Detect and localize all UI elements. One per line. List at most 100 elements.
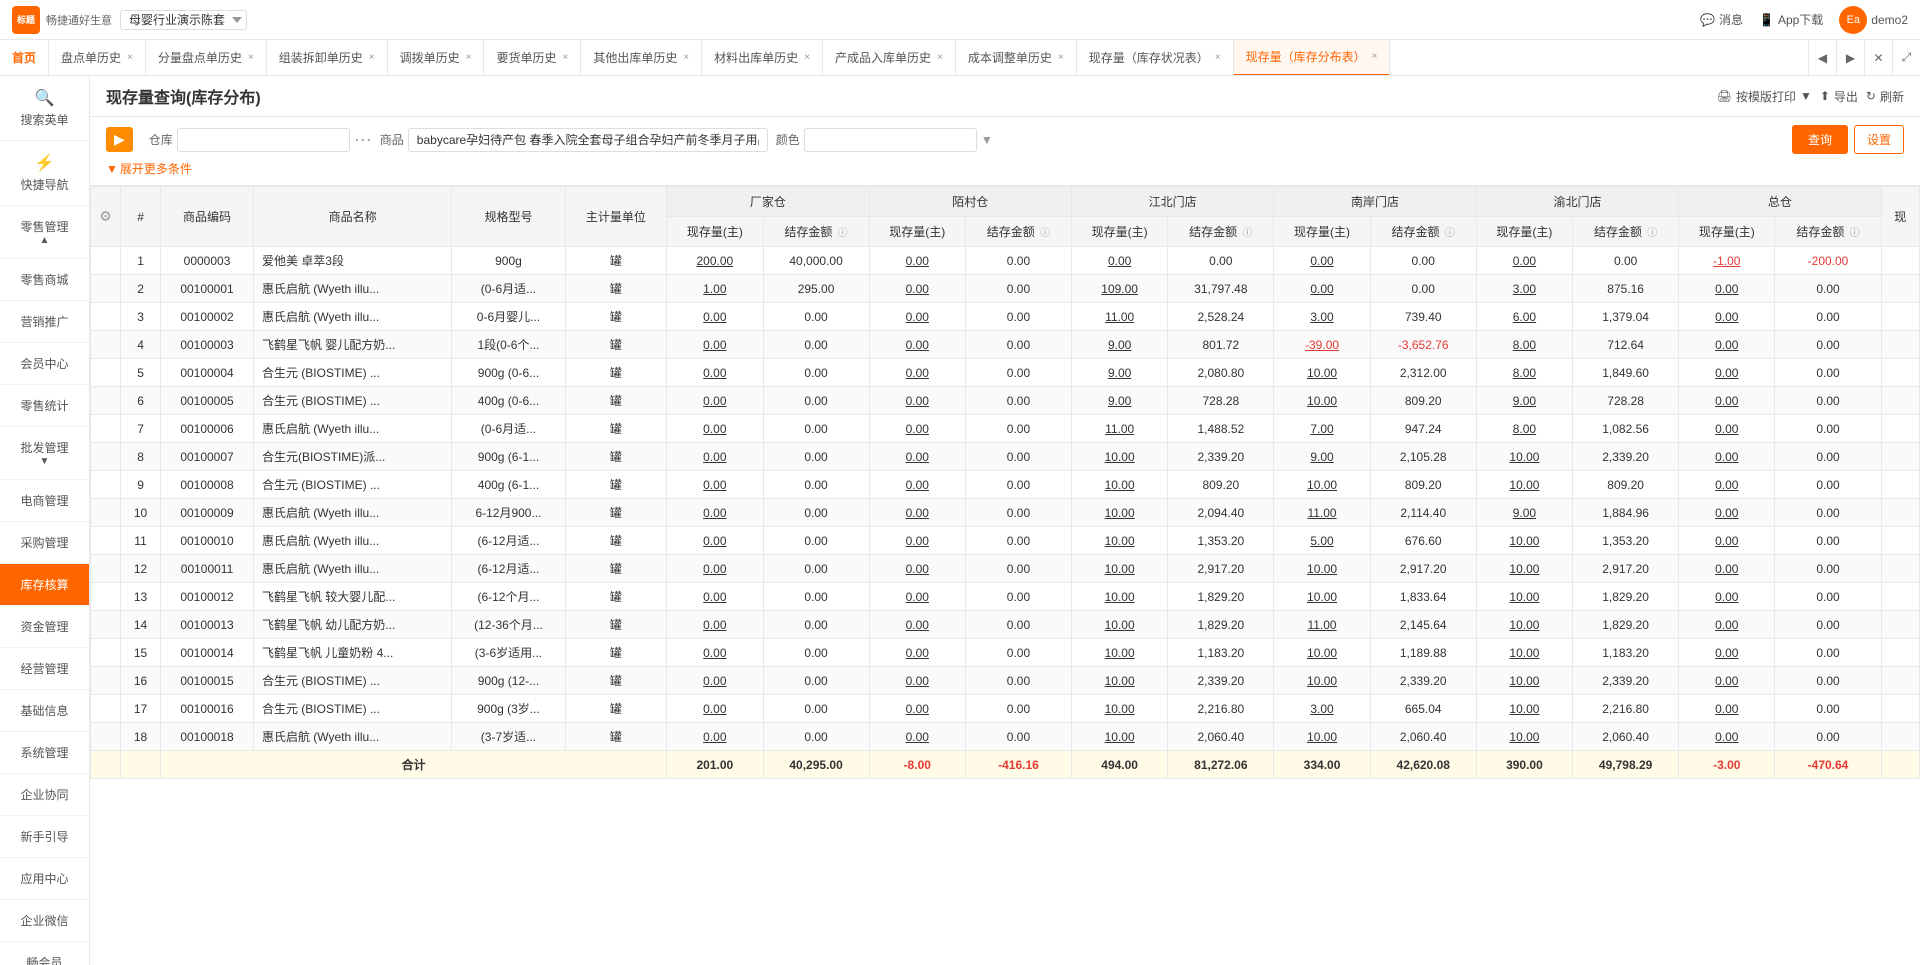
info-icon[interactable]: ⓘ bbox=[1243, 228, 1253, 239]
close-icon[interactable]: × bbox=[937, 52, 943, 63]
export-btn[interactable]: ⬆ 导出 bbox=[1820, 88, 1858, 105]
tab-home[interactable]: 首页 bbox=[0, 40, 49, 76]
row-yubei-qty[interactable]: 8.00 bbox=[1476, 331, 1572, 359]
tab-other-out[interactable]: 其他出库单历史 × bbox=[581, 40, 702, 76]
sidebar-item-finance[interactable]: 资金管理 bbox=[0, 606, 89, 648]
row-yubei-qty[interactable]: 3.00 bbox=[1476, 275, 1572, 303]
app-download-btn[interactable]: 📱 App下载 bbox=[1759, 11, 1823, 28]
sidebar-item-ecommerce[interactable]: 电商管理 bbox=[0, 480, 89, 522]
close-icon[interactable]: × bbox=[683, 52, 689, 63]
row-yubei-qty[interactable]: 8.00 bbox=[1476, 359, 1572, 387]
row-yubei-qty[interactable]: 9.00 bbox=[1476, 387, 1572, 415]
row-total-qty[interactable]: 0.00 bbox=[1679, 471, 1775, 499]
row-jiangbei-qty[interactable]: 11.00 bbox=[1071, 303, 1167, 331]
sidebar-item-guide[interactable]: 新手引导 bbox=[0, 816, 89, 858]
product-input[interactable] bbox=[408, 128, 768, 152]
sidebar-item-retail-mgmt[interactable]: 零售管理 ▲ bbox=[0, 206, 89, 259]
row-mucun-qty[interactable]: 0.00 bbox=[869, 387, 965, 415]
info-icon[interactable]: ⓘ bbox=[1647, 228, 1657, 239]
tab-product-in[interactable]: 产成品入库单历史 × bbox=[823, 40, 956, 76]
row-jiangbei-qty[interactable]: 10.00 bbox=[1071, 555, 1167, 583]
tab-assemble[interactable]: 组装拆卸单历史 × bbox=[267, 40, 388, 76]
expand-conditions-btn[interactable]: ▼ 展开更多条件 bbox=[106, 160, 1904, 177]
row-mucun-qty[interactable]: 0.00 bbox=[869, 471, 965, 499]
row-total-qty[interactable]: 0.00 bbox=[1679, 695, 1775, 723]
sidebar-item-wholesale[interactable]: 批发管理 ▼ bbox=[0, 427, 89, 480]
row-nanan-qty[interactable]: 0.00 bbox=[1274, 275, 1370, 303]
row-jiangbei-qty[interactable]: 10.00 bbox=[1071, 527, 1167, 555]
row-yubei-qty[interactable]: 8.00 bbox=[1476, 415, 1572, 443]
row-total-qty[interactable]: -1.00 bbox=[1679, 247, 1775, 275]
refresh-btn[interactable]: ↻ 刷新 bbox=[1866, 88, 1904, 105]
sidebar-item-operations[interactable]: 经营管理 bbox=[0, 648, 89, 690]
row-jiangbei-qty[interactable]: 10.00 bbox=[1071, 667, 1167, 695]
row-nanan-qty[interactable]: 10.00 bbox=[1274, 639, 1370, 667]
tab-inventory-single[interactable]: 盘点单历史 × bbox=[49, 40, 146, 76]
row-jiangbei-qty[interactable]: 9.00 bbox=[1071, 387, 1167, 415]
sidebar-item-quicknav[interactable]: ⚡ 快捷导航 bbox=[0, 141, 89, 206]
sidebar-item-appcenter[interactable]: 应用中心 bbox=[0, 858, 89, 900]
row-nanan-qty[interactable]: 7.00 bbox=[1274, 415, 1370, 443]
row-factory-qty[interactable]: 0.00 bbox=[667, 471, 763, 499]
info-icon[interactable]: ⓘ bbox=[1445, 228, 1455, 239]
row-total-qty[interactable]: 0.00 bbox=[1679, 331, 1775, 359]
row-jiangbei-qty[interactable]: 10.00 bbox=[1071, 695, 1167, 723]
sidebar-item-corpwechat[interactable]: 企业微信 bbox=[0, 900, 89, 942]
row-total-qty[interactable]: 0.00 bbox=[1679, 303, 1775, 331]
close-icon[interactable]: × bbox=[127, 52, 133, 63]
row-factory-qty[interactable]: 0.00 bbox=[667, 331, 763, 359]
sidebar-item-marketing[interactable]: 营销推广 bbox=[0, 301, 89, 343]
tab-stock-dist[interactable]: 现存量（库存分布表）× bbox=[1234, 40, 1391, 76]
row-factory-qty[interactable]: 0.00 bbox=[667, 555, 763, 583]
row-factory-qty[interactable]: 0.00 bbox=[667, 527, 763, 555]
row-mucun-qty[interactable]: 0.00 bbox=[869, 527, 965, 555]
close-icon[interactable]: × bbox=[248, 52, 254, 63]
nav-expand-btn[interactable]: ⤢ bbox=[1892, 40, 1920, 76]
tab-transfer[interactable]: 调拨单历史 × bbox=[388, 40, 485, 76]
sidebar-item-svip[interactable]: 畅会员 bbox=[0, 942, 89, 965]
info-icon[interactable]: ⓘ bbox=[838, 228, 848, 239]
warehouse-input[interactable] bbox=[177, 128, 350, 152]
row-mucun-qty[interactable]: 0.00 bbox=[869, 695, 965, 723]
row-total-qty[interactable]: 0.00 bbox=[1679, 387, 1775, 415]
nav-close-btn[interactable]: ✕ bbox=[1864, 40, 1892, 76]
row-nanan-qty[interactable]: 11.00 bbox=[1274, 611, 1370, 639]
nav-next-btn[interactable]: ▶ bbox=[1836, 40, 1864, 76]
sidebar-item-inventory[interactable]: 库存核算 bbox=[0, 564, 89, 606]
tab-demand[interactable]: 要货单历史 × bbox=[484, 40, 581, 76]
row-mucun-qty[interactable]: 0.00 bbox=[869, 247, 965, 275]
row-total-qty[interactable]: 0.00 bbox=[1679, 359, 1775, 387]
row-nanan-qty[interactable]: 10.00 bbox=[1274, 723, 1370, 751]
row-jiangbei-qty[interactable]: 10.00 bbox=[1071, 639, 1167, 667]
row-nanan-qty[interactable]: 10.00 bbox=[1274, 667, 1370, 695]
row-total-qty[interactable]: 0.00 bbox=[1679, 527, 1775, 555]
row-total-qty[interactable]: 0.00 bbox=[1679, 275, 1775, 303]
row-factory-qty[interactable]: 0.00 bbox=[667, 583, 763, 611]
row-total-qty[interactable]: 0.00 bbox=[1679, 499, 1775, 527]
row-jiangbei-qty[interactable]: 0.00 bbox=[1071, 247, 1167, 275]
row-yubei-qty[interactable]: 10.00 bbox=[1476, 471, 1572, 499]
row-mucun-qty[interactable]: 0.00 bbox=[869, 723, 965, 751]
sidebar-item-retail-stat[interactable]: 零售统计 bbox=[0, 385, 89, 427]
row-yubei-qty[interactable]: 10.00 bbox=[1476, 639, 1572, 667]
row-total-qty[interactable]: 0.00 bbox=[1679, 415, 1775, 443]
row-total-qty[interactable]: 0.00 bbox=[1679, 611, 1775, 639]
row-mucun-qty[interactable]: 0.00 bbox=[869, 331, 965, 359]
row-mucun-qty[interactable]: 0.00 bbox=[869, 275, 965, 303]
row-mucun-qty[interactable]: 0.00 bbox=[869, 303, 965, 331]
row-nanan-qty[interactable]: 10.00 bbox=[1274, 471, 1370, 499]
row-mucun-qty[interactable]: 0.00 bbox=[869, 611, 965, 639]
row-mucun-qty[interactable]: 0.00 bbox=[869, 415, 965, 443]
row-nanan-qty[interactable]: 10.00 bbox=[1274, 387, 1370, 415]
row-jiangbei-qty[interactable]: 10.00 bbox=[1071, 471, 1167, 499]
row-yubei-qty[interactable]: 10.00 bbox=[1476, 527, 1572, 555]
row-factory-qty[interactable]: 0.00 bbox=[667, 415, 763, 443]
info-icon[interactable]: ⓘ bbox=[1040, 228, 1050, 239]
row-jiangbei-qty[interactable]: 11.00 bbox=[1071, 415, 1167, 443]
row-yubei-qty[interactable]: 10.00 bbox=[1476, 667, 1572, 695]
row-nanan-qty[interactable]: 3.00 bbox=[1274, 303, 1370, 331]
row-factory-qty[interactable]: 0.00 bbox=[667, 667, 763, 695]
print-btn[interactable]: 🖨 按模版打印 ▼ bbox=[1717, 88, 1812, 105]
row-factory-qty[interactable]: 0.00 bbox=[667, 303, 763, 331]
row-jiangbei-qty[interactable]: 10.00 bbox=[1071, 611, 1167, 639]
